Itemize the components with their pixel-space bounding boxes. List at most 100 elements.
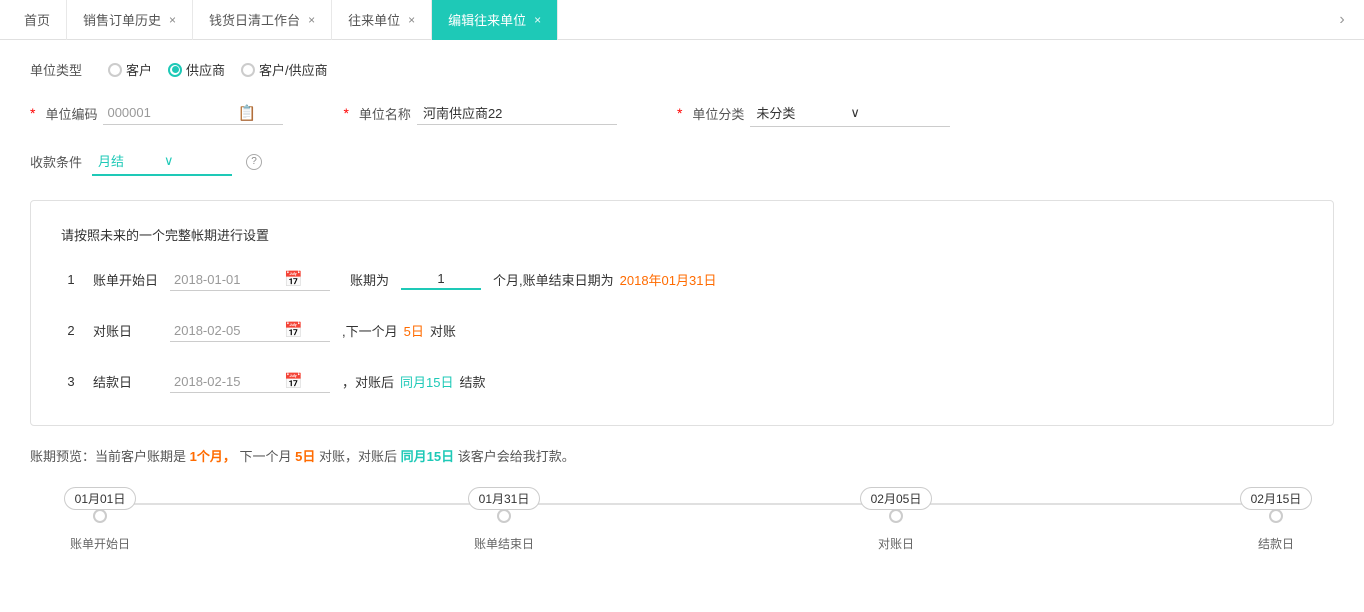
- radio-both-label: 客户/供应商: [259, 60, 328, 79]
- payment-value: 月结: [98, 151, 160, 170]
- unit-classify-arrow: ∨: [850, 105, 944, 121]
- tab-edit-partner-label: 编辑往来单位: [448, 10, 526, 29]
- main-content: 单位类型 客户 供应商 客户/供应商 * 单位编码 📋: [0, 40, 1364, 612]
- radio-supplier[interactable]: 供应商: [168, 60, 225, 79]
- tl-dot-1: [497, 509, 511, 523]
- unit-code-label: 单位编码: [45, 104, 97, 123]
- unit-classify-group: * 单位分类 未分类 ∨: [677, 99, 950, 127]
- unit-name-label: 单位名称: [359, 104, 411, 123]
- step1-calendar-icon[interactable]: 📅: [284, 270, 303, 288]
- tl-desc-3: 结款日: [1258, 535, 1294, 552]
- step3-suffix-pre: ，对账后: [342, 372, 394, 391]
- step3-suffix: ，对账后同月15日 结款: [342, 372, 486, 391]
- step2-suffix-num: 5日: [404, 321, 424, 340]
- tl-label-1: 01月31日: [468, 487, 541, 510]
- tab-more-icon: ›: [1339, 11, 1344, 29]
- payment-help-icon[interactable]: ?: [246, 154, 262, 170]
- tab-cash-work-label: 钱货日清工作台: [209, 10, 300, 29]
- preview-val2: 5日: [295, 449, 315, 464]
- tl-desc-0: 账单开始日: [70, 535, 130, 552]
- step1-period-prefix: 账期为: [350, 270, 389, 289]
- tl-label-3: 02月15日: [1240, 487, 1313, 510]
- unit-name-input[interactable]: [417, 101, 617, 125]
- step3-suffix-num: 同月15日: [400, 372, 453, 391]
- radio-supplier-circle: [168, 63, 182, 77]
- unit-type-label: 单位类型: [30, 60, 82, 79]
- step1-period-label: 账期为: [350, 270, 389, 289]
- step2-date-input[interactable]: [174, 323, 284, 338]
- step1-period-end: 2018年01月31日: [620, 270, 717, 289]
- step-label-2: 对账日: [93, 321, 158, 340]
- step3-date-input[interactable]: [174, 374, 284, 389]
- step2-suffix: ,下一个月 5日 对账: [342, 321, 456, 340]
- tl-label-0: 01月01日: [64, 487, 137, 510]
- tab-partner-label: 往来单位: [348, 10, 400, 29]
- step2-suffix-post: 对账: [430, 321, 456, 340]
- tab-partner[interactable]: 往来单位 ×: [332, 0, 432, 40]
- step-label-1: 账单开始日: [93, 270, 158, 289]
- preview-post2: 该客户会给我打款。: [458, 449, 575, 464]
- step1-period-unit: 个月,账单结束日期为: [493, 270, 614, 289]
- preview-post1: 对账，对账后: [319, 449, 397, 464]
- tl-desc-1: 账单结束日: [474, 535, 534, 552]
- preview-val1: 1个月，: [190, 449, 236, 464]
- payment-label: 收款条件: [30, 152, 82, 171]
- radio-customer-label: 客户: [126, 60, 152, 79]
- timeline: 01月01日 账单开始日 01月31日 账单结束日 02月05日 对账日: [30, 489, 1334, 592]
- period-section: 请按照未来的一个完整帐期进行设置 1 账单开始日 📅 账期为 个月,账单结束日期…: [30, 200, 1334, 426]
- unit-classify-label: 单位分类: [692, 104, 744, 123]
- unit-code-group: * 单位编码 📋: [30, 102, 283, 125]
- payment-dropdown[interactable]: 月结 ∨: [92, 147, 232, 176]
- tl-dot-2: [889, 509, 903, 523]
- timeline-points: 01月01日 账单开始日 01月31日 账单结束日 02月05日 对账日: [30, 509, 1334, 552]
- unit-code-copy-icon[interactable]: 📋: [237, 104, 256, 122]
- close-tab-partner[interactable]: ×: [408, 13, 415, 27]
- tab-sales-history[interactable]: 销售订单历史 ×: [67, 0, 193, 40]
- step-row-3: 3 结款日 📅 ，对账后同月15日 结款: [61, 370, 1303, 393]
- tl-point-1: 01月31日 账单结束日: [474, 509, 534, 552]
- step-row-2: 2 对账日 📅 ,下一个月5日 对账: [61, 319, 1303, 342]
- step1-period-value[interactable]: [401, 269, 481, 290]
- radio-both[interactable]: 客户/供应商: [241, 60, 328, 79]
- preview-prefix: 账期预览：当前客户账期是: [30, 449, 186, 464]
- unit-name-required: *: [343, 105, 348, 121]
- step-num-3: 3: [61, 374, 81, 389]
- step3-calendar-icon[interactable]: 📅: [284, 372, 303, 390]
- radio-customer-circle: [108, 63, 122, 77]
- step3-date-input-wrapper: 📅: [170, 370, 330, 393]
- tab-cash-work[interactable]: 钱货日清工作台 ×: [193, 0, 332, 40]
- timeline-line: [70, 503, 1294, 505]
- close-tab-sales-history[interactable]: ×: [169, 13, 176, 27]
- unit-classify-dropdown[interactable]: 未分类 ∨: [750, 99, 950, 127]
- tab-sales-history-label: 销售订单历史: [83, 10, 161, 29]
- radio-both-circle: [241, 63, 255, 77]
- preview-text: 账期预览：当前客户账期是 1个月， 下一个月 5日 对账，对账后 同月15日 该…: [30, 446, 1334, 465]
- tl-point-2: 02月05日 对账日: [878, 509, 914, 552]
- tl-dot-3: [1269, 509, 1283, 523]
- payment-dropdown-arrow: ∨: [164, 153, 226, 169]
- step2-suffix-pre: ,下一个月: [342, 321, 398, 340]
- unit-code-input-wrapper: 📋: [103, 102, 283, 125]
- tab-more-button[interactable]: ›: [1328, 11, 1356, 29]
- tl-point-0: 01月01日 账单开始日: [70, 509, 130, 552]
- tab-home-label: 首页: [24, 10, 50, 29]
- tl-desc-2: 对账日: [878, 535, 914, 552]
- step-row-1: 1 账单开始日 📅 账期为 个月,账单结束日期为 2018年01月31日: [61, 268, 1303, 291]
- unit-code-input[interactable]: [107, 105, 237, 120]
- radio-customer[interactable]: 客户: [108, 60, 152, 79]
- close-tab-edit-partner[interactable]: ×: [534, 13, 541, 27]
- step-num-1: 1: [61, 272, 81, 287]
- tl-dot-0: [93, 509, 107, 523]
- step1-date-input[interactable]: [174, 272, 284, 287]
- step-label-3: 结款日: [93, 372, 158, 391]
- unit-type-radio-group: 客户 供应商 客户/供应商: [108, 60, 328, 79]
- step2-calendar-icon[interactable]: 📅: [284, 321, 303, 339]
- unit-classify-required: *: [677, 105, 682, 121]
- step1-period-suffix: 个月,账单结束日期为 2018年01月31日: [493, 270, 716, 289]
- step2-date-input-wrapper: 📅: [170, 319, 330, 342]
- tab-edit-partner[interactable]: 编辑往来单位 ×: [432, 0, 558, 40]
- tab-home[interactable]: 首页: [8, 0, 67, 40]
- close-tab-cash-work[interactable]: ×: [308, 13, 315, 27]
- section-title: 请按照未来的一个完整帐期进行设置: [61, 225, 1303, 244]
- unit-name-group: * 单位名称: [343, 101, 616, 125]
